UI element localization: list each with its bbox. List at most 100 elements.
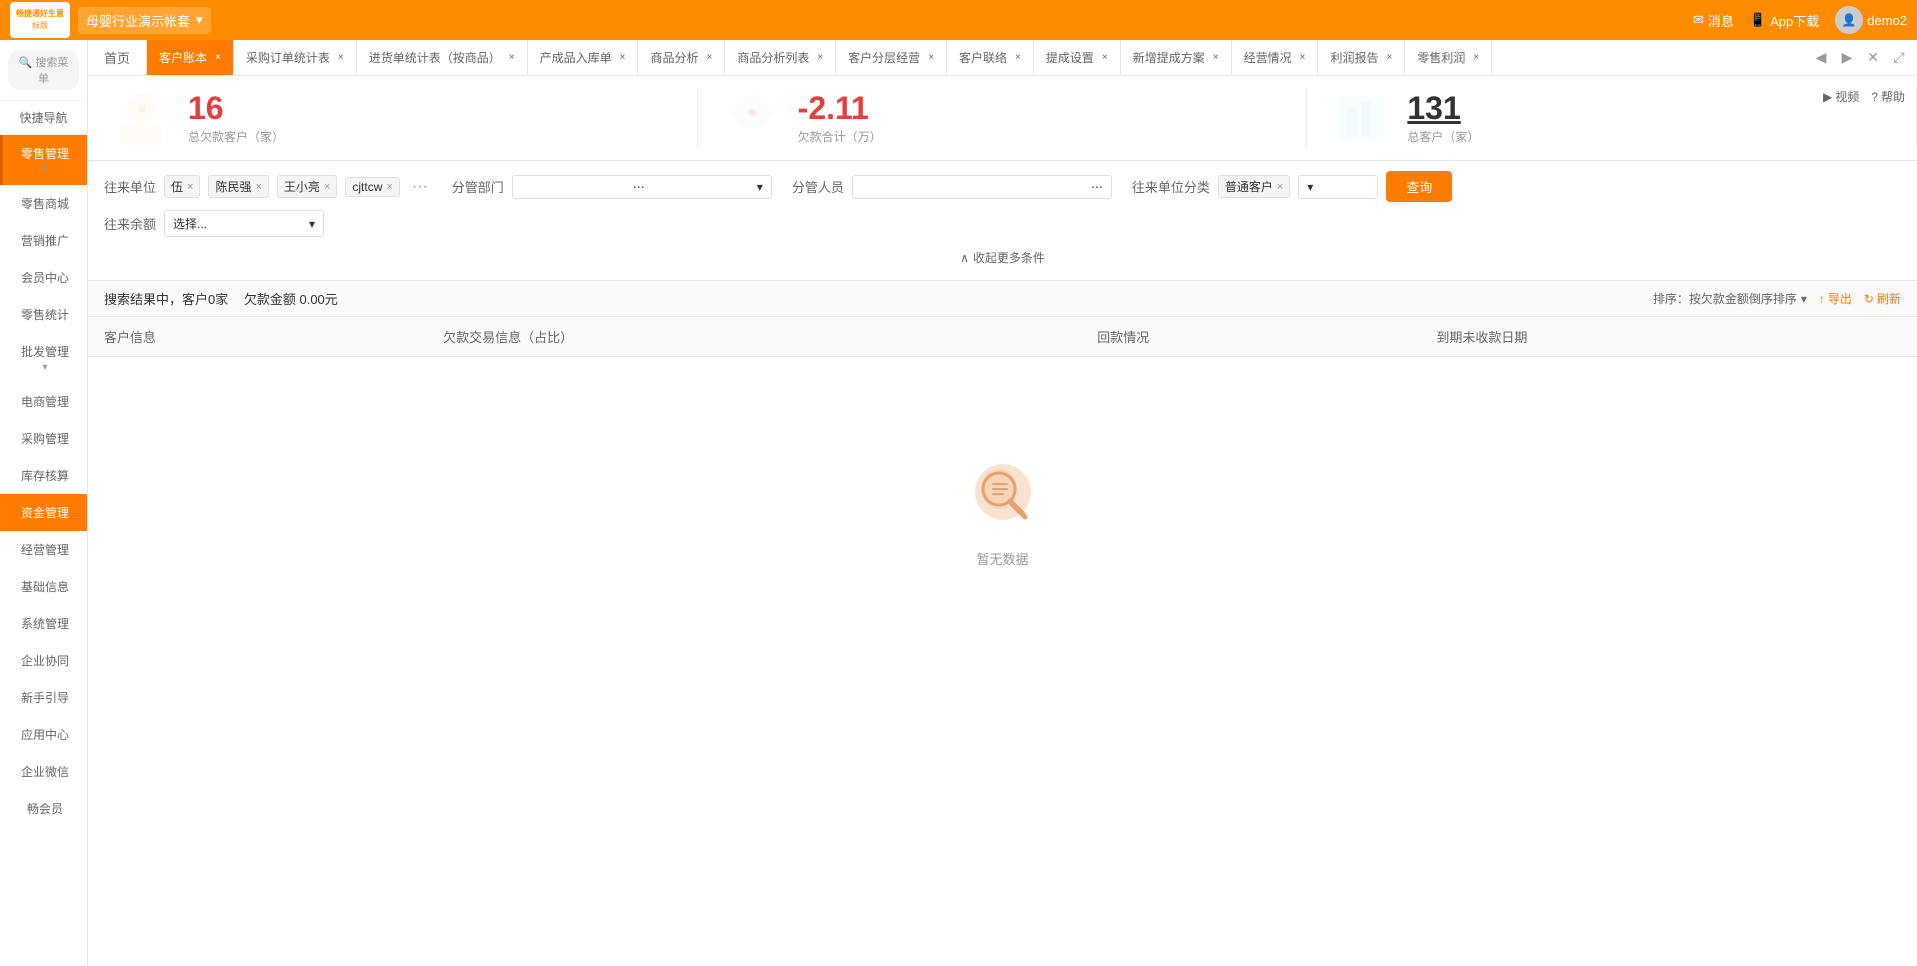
quick-nav[interactable]: 快捷导航 xyxy=(0,101,87,135)
more-tags-btn[interactable]: ··· xyxy=(408,176,432,198)
tab-purchase-stats-product[interactable]: 进货单统计表（按商品） × xyxy=(357,40,528,76)
logo-text: 畅捷通好生意 xyxy=(16,9,64,19)
balance-select[interactable]: 选择... ▾ xyxy=(164,210,324,237)
tab-product-inbound[interactable]: 产成品入库单 × xyxy=(528,40,639,76)
sidebar-item-label: 企业协同 xyxy=(21,652,69,669)
help-label: 帮助 xyxy=(1881,88,1905,105)
sidebar-item-operations[interactable]: 经营管理 xyxy=(0,531,87,568)
person-filter-label: 分管人员 xyxy=(792,177,844,196)
sidebar-item-marketing[interactable]: 营销推广 xyxy=(0,222,87,259)
account-selector-label: 母婴行业演示帐套 xyxy=(86,11,190,30)
sidebar-item-retail-shop[interactable]: 零售商城 xyxy=(0,185,87,222)
stat-total-customers-number: 131 xyxy=(1407,92,1479,124)
tab-close-icon[interactable]: × xyxy=(1015,52,1021,63)
help-icon: ? xyxy=(1871,90,1878,104)
sidebar-item-wholesale[interactable]: 批发管理 ▾ xyxy=(0,333,87,383)
account-selector[interactable]: 母婴行业演示帐套 ▾ xyxy=(78,7,211,34)
tab-close-all-btn[interactable]: ✕ xyxy=(1863,48,1883,68)
user-menu[interactable]: 👤 demo2 xyxy=(1835,6,1907,34)
tab-close-icon[interactable]: × xyxy=(215,52,221,63)
stats-row: ¥ 16 总欠款客户（家） ✦ xyxy=(88,76,1917,161)
tag-close-1[interactable]: × xyxy=(255,181,261,193)
sidebar-search[interactable]: 🔍 搜索菜单 xyxy=(0,40,87,101)
tab-profit-report[interactable]: 利润报告 × xyxy=(1318,40,1405,76)
sidebar-item-enterprise[interactable]: 企业协同 xyxy=(0,642,87,679)
col-repayment: 回款情况 xyxy=(1081,317,1420,357)
category-filter-label: 往来单位分类 xyxy=(1132,177,1210,196)
tab-prev-btn[interactable]: ◀ xyxy=(1811,48,1831,68)
tab-close-icon[interactable]: × xyxy=(509,52,515,63)
sidebar-item-app-center[interactable]: 应用中心 xyxy=(0,716,87,753)
tab-next-btn[interactable]: ▶ xyxy=(1837,48,1857,68)
tab-customer-tier[interactable]: 客户分层经营 × xyxy=(836,40,947,76)
category-dropdown[interactable]: ▾ xyxy=(1298,175,1378,199)
tab-close-icon[interactable]: × xyxy=(706,52,712,63)
tab-home[interactable]: 首页 xyxy=(88,40,147,76)
tab-expand-btn[interactable]: ⤢ xyxy=(1889,48,1909,68)
dept-select[interactable]: ⋯ ▾ xyxy=(512,175,772,199)
message-icon: ✉ xyxy=(1693,12,1704,28)
sort-label: 排序：按欠款金额倒序排序 xyxy=(1653,290,1797,307)
sort-select[interactable]: 排序：按欠款金额倒序排序 ▾ xyxy=(1653,290,1807,307)
tab-commission-settings[interactable]: 提成设置 × xyxy=(1034,40,1121,76)
tab-close-icon[interactable]: × xyxy=(928,52,934,63)
stat-total-customers-values: 131 总客户（家） xyxy=(1407,92,1479,145)
refresh-button[interactable]: ↻ 刷新 xyxy=(1864,290,1901,307)
tab-close-icon[interactable]: × xyxy=(1386,52,1392,63)
tab-product-analysis[interactable]: 商品分析 × xyxy=(638,40,725,76)
tag-close-3[interactable]: × xyxy=(386,181,392,193)
refresh-icon: ↻ xyxy=(1864,292,1874,306)
tab-close-icon[interactable]: × xyxy=(620,52,626,63)
collapse-label: 收起更多条件 xyxy=(973,249,1045,266)
tab-customer-contact[interactable]: 客户联络 × xyxy=(947,40,1034,76)
search-box[interactable]: 🔍 搜索菜单 xyxy=(8,50,79,90)
sidebar-item-guide[interactable]: 新手引导 xyxy=(0,679,87,716)
tab-controls: ◀ ▶ ✕ ⤢ xyxy=(1803,48,1917,68)
video-btn[interactable]: ▶ 视频 xyxy=(1823,88,1859,105)
sidebar-item-ecommerce[interactable]: 电商管理 xyxy=(0,383,87,420)
tab-purchase-order-stats[interactable]: 采购订单统计表 × xyxy=(234,40,357,76)
collapse-button[interactable]: ∧ 收起更多条件 xyxy=(948,245,1057,270)
tag-close-category[interactable]: × xyxy=(1277,181,1283,193)
tab-close-icon[interactable]: × xyxy=(817,52,823,63)
tab-close-icon[interactable]: × xyxy=(338,52,344,63)
refresh-label: 刷新 xyxy=(1877,290,1901,307)
help-btn[interactable]: ? 帮助 xyxy=(1871,88,1905,105)
tag-close-0[interactable]: × xyxy=(187,181,193,193)
tab-close-icon[interactable]: × xyxy=(1102,52,1108,63)
sidebar-item-basics[interactable]: 基础信息 xyxy=(0,568,87,605)
sidebar-item-purchase[interactable]: 采购管理 xyxy=(0,420,87,457)
dept-filter-label: 分管部门 xyxy=(452,177,504,196)
tab-close-icon[interactable]: × xyxy=(1213,52,1219,63)
tab-customer-ledger[interactable]: 客户账本 × xyxy=(147,40,234,76)
sidebar-item-member[interactable]: 会员中心 xyxy=(0,259,87,296)
sidebar-item-retail-stats[interactable]: 零售统计 xyxy=(0,296,87,333)
person-select[interactable]: ⋯ xyxy=(852,175,1112,199)
filter-tag-2: 王小亮 × xyxy=(277,175,337,198)
sidebar-item-retail-mgmt[interactable]: 零售管理 ▾ xyxy=(0,135,87,185)
tab-close-icon[interactable]: × xyxy=(1300,52,1306,63)
sidebar-item-inventory[interactable]: 库存核算 xyxy=(0,457,87,494)
sidebar-item-member2[interactable]: 畅会员 xyxy=(0,790,87,827)
message-btn[interactable]: ✉ 消息 xyxy=(1693,11,1734,30)
sidebar-item-label: 资金管理 xyxy=(21,504,69,521)
tab-close-icon[interactable]: × xyxy=(1473,52,1479,63)
query-button[interactable]: 查询 xyxy=(1386,171,1452,202)
sidebar-item-finance[interactable]: 资金管理 xyxy=(0,494,87,531)
tab-add-commission[interactable]: 新增提成方案 × xyxy=(1121,40,1232,76)
tag-close-2[interactable]: × xyxy=(324,181,330,193)
total-customers-icon xyxy=(1331,88,1391,148)
chevron-down-icon: ▾ xyxy=(42,362,47,373)
logo: 畅捷通好生意 标版 xyxy=(10,2,70,38)
sidebar-item-system[interactable]: 系统管理 xyxy=(0,605,87,642)
sidebar-item-label: 零售商城 xyxy=(21,195,69,212)
svg-text:✦: ✦ xyxy=(745,105,758,122)
tab-product-analysis-list[interactable]: 商品分析列表 × xyxy=(725,40,836,76)
tab-retail-profit[interactable]: 零售利润 × xyxy=(1405,40,1492,76)
app-download-btn[interactable]: 📱 App下载 xyxy=(1750,11,1819,30)
sidebar-item-wechat[interactable]: 企业微信 xyxy=(0,753,87,790)
filter-tag-3: cjttcw × xyxy=(345,177,399,197)
tab-operations[interactable]: 经营情况 × xyxy=(1232,40,1319,76)
export-button[interactable]: ↑ 导出 xyxy=(1819,290,1852,307)
results-info: 搜索结果中，客户0家 欠款金额 0.00元 xyxy=(104,289,350,308)
